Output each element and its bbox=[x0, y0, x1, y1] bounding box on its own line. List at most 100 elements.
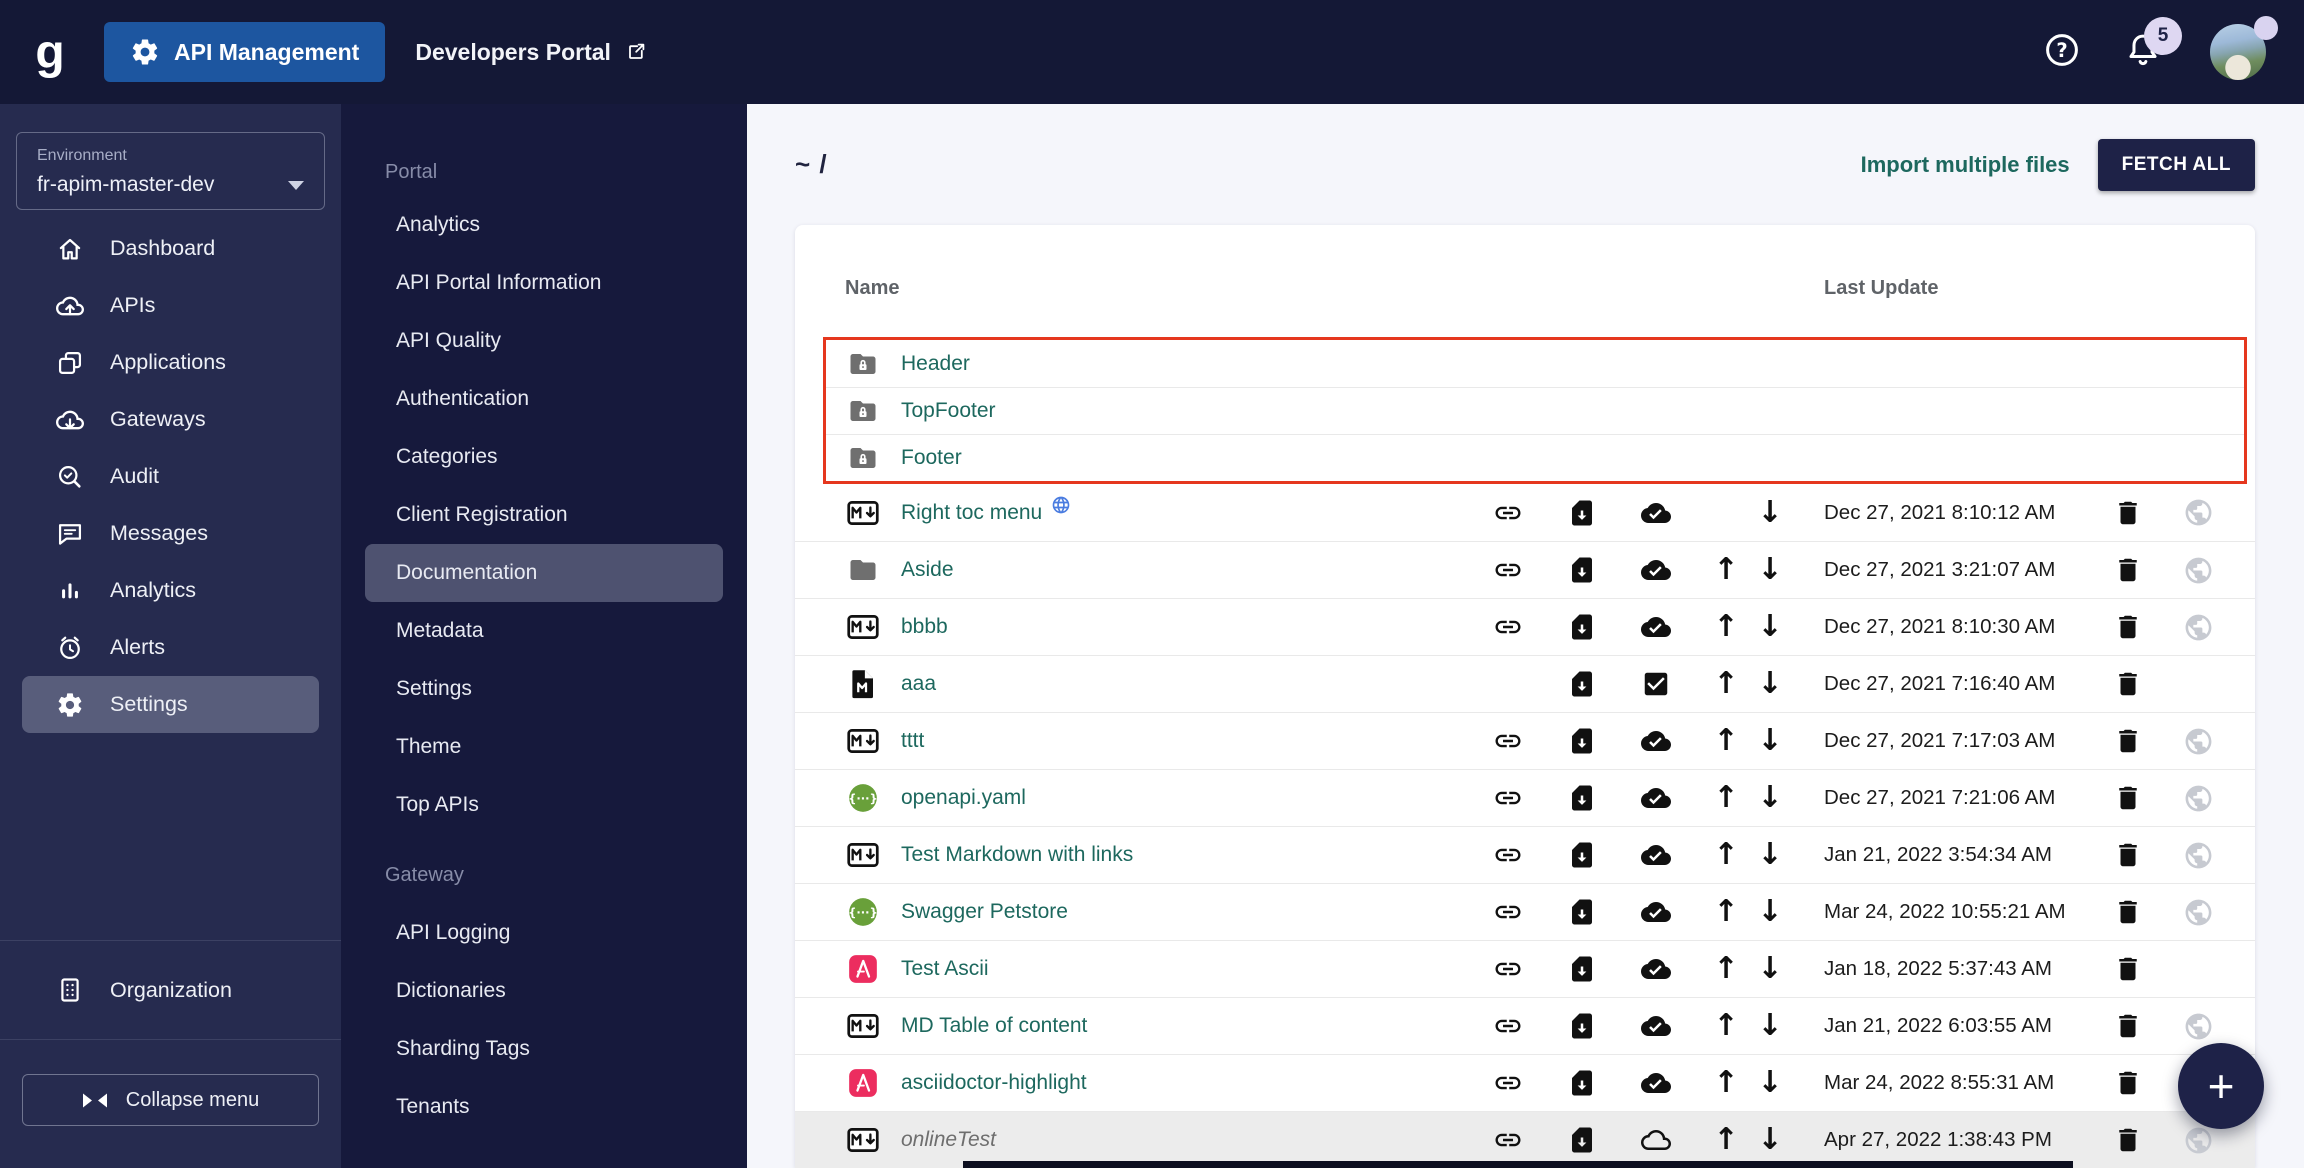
copy-link-button[interactable] bbox=[1484, 1011, 1532, 1041]
move-up-button[interactable]: ↑ bbox=[1712, 612, 1740, 642]
copy-link-button[interactable] bbox=[1484, 555, 1532, 585]
delete-button[interactable] bbox=[2104, 1125, 2152, 1155]
publish-status-button[interactable] bbox=[1632, 498, 1680, 528]
move-up-button[interactable]: ↑ bbox=[1712, 897, 1740, 927]
sidebar-item-settings[interactable]: Settings bbox=[22, 676, 319, 733]
import-file-button[interactable] bbox=[1558, 669, 1606, 699]
subsidebar-item-api-quality[interactable]: API Quality bbox=[365, 312, 723, 370]
delete-button[interactable] bbox=[2104, 783, 2152, 813]
copy-link-button[interactable] bbox=[1484, 840, 1532, 870]
move-up-button[interactable]: ↑ bbox=[1712, 1125, 1740, 1155]
move-up-button[interactable]: ↑ bbox=[1712, 840, 1740, 870]
copy-link-button[interactable] bbox=[1484, 897, 1532, 927]
publish-status-button[interactable] bbox=[1632, 897, 1680, 927]
page-name-link[interactable]: Header bbox=[901, 352, 970, 376]
move-down-button[interactable]: ↓ bbox=[1756, 1125, 1784, 1155]
move-down-button[interactable]: ↓ bbox=[1756, 897, 1784, 927]
subsidebar-item-tenants[interactable]: Tenants bbox=[365, 1078, 723, 1136]
move-down-button[interactable]: ↓ bbox=[1756, 1011, 1784, 1041]
delete-button[interactable] bbox=[2104, 897, 2152, 927]
import-file-button[interactable] bbox=[1558, 555, 1606, 585]
move-down-button[interactable]: ↓ bbox=[1756, 1068, 1784, 1098]
import-file-button[interactable] bbox=[1558, 612, 1606, 642]
import-file-button[interactable] bbox=[1558, 840, 1606, 870]
move-up-button[interactable]: ↑ bbox=[1712, 555, 1740, 585]
delete-button[interactable] bbox=[2104, 1068, 2152, 1098]
add-page-fab[interactable]: + bbox=[2178, 1043, 2264, 1129]
publish-status-button[interactable] bbox=[1632, 1125, 1680, 1155]
delete-button[interactable] bbox=[2104, 498, 2152, 528]
page-name-link[interactable]: TopFooter bbox=[901, 399, 996, 423]
page-name-link[interactable]: Right toc menu bbox=[901, 501, 1042, 525]
delete-button[interactable] bbox=[2104, 555, 2152, 585]
help-button[interactable] bbox=[2044, 32, 2080, 73]
sidebar-item-messages[interactable]: Messages bbox=[22, 505, 319, 562]
public-toggle[interactable] bbox=[2174, 555, 2222, 586]
move-down-button[interactable]: ↓ bbox=[1756, 498, 1784, 528]
sidebar-item-alerts[interactable]: Alerts bbox=[22, 619, 319, 676]
move-down-button[interactable]: ↓ bbox=[1756, 555, 1784, 585]
sidebar-item-gateways[interactable]: Gateways bbox=[22, 391, 319, 448]
subsidebar-item-authentication[interactable]: Authentication bbox=[365, 370, 723, 428]
public-toggle[interactable] bbox=[2174, 1125, 2222, 1156]
publish-status-button[interactable] bbox=[1632, 1011, 1680, 1041]
move-up-button[interactable]: ↑ bbox=[1712, 1011, 1740, 1041]
sidebar-item-applications[interactable]: Applications bbox=[22, 334, 319, 391]
page-name-link[interactable]: aaa bbox=[901, 672, 936, 696]
notifications-button[interactable]: 5 bbox=[2124, 31, 2162, 74]
import-multiple-files-link[interactable]: Import multiple files bbox=[1861, 152, 2070, 178]
move-up-button[interactable]: ↑ bbox=[1712, 669, 1740, 699]
page-name-link[interactable]: Footer bbox=[901, 446, 962, 470]
import-file-button[interactable] bbox=[1558, 1068, 1606, 1098]
page-name-link[interactable]: Test Ascii bbox=[901, 957, 989, 981]
subsidebar-item-analytics[interactable]: Analytics bbox=[365, 196, 723, 254]
subsidebar-item-theme[interactable]: Theme bbox=[365, 718, 723, 776]
public-toggle[interactable] bbox=[2174, 840, 2222, 871]
page-name-link[interactable]: asciidoctor-highlight bbox=[901, 1071, 1087, 1095]
import-file-button[interactable] bbox=[1558, 498, 1606, 528]
subsidebar-item-api-portal-information[interactable]: API Portal Information bbox=[365, 254, 723, 312]
copy-link-button[interactable] bbox=[1484, 498, 1532, 528]
page-name-link[interactable]: bbbb bbox=[901, 615, 948, 639]
copy-link-button[interactable] bbox=[1484, 783, 1532, 813]
move-down-button[interactable]: ↓ bbox=[1756, 726, 1784, 756]
api-management-button[interactable]: API Management bbox=[104, 22, 385, 82]
page-name-link[interactable]: Swagger Petstore bbox=[901, 900, 1068, 924]
public-toggle[interactable] bbox=[2174, 1011, 2222, 1042]
import-file-button[interactable] bbox=[1558, 897, 1606, 927]
page-name-link[interactable]: openapi.yaml bbox=[901, 786, 1026, 810]
subsidebar-item-documentation[interactable]: Documentation bbox=[365, 544, 723, 602]
subsidebar-item-dictionaries[interactable]: Dictionaries bbox=[365, 962, 723, 1020]
import-file-button[interactable] bbox=[1558, 726, 1606, 756]
public-toggle[interactable] bbox=[2174, 612, 2222, 643]
copy-link-button[interactable] bbox=[1484, 726, 1532, 756]
subsidebar-item-categories[interactable]: Categories bbox=[365, 428, 723, 486]
sidebar-item-organization[interactable]: Organization bbox=[0, 941, 341, 1039]
delete-button[interactable] bbox=[2104, 954, 2152, 984]
import-file-button[interactable] bbox=[1558, 1011, 1606, 1041]
subsidebar-item-api-logging[interactable]: API Logging bbox=[365, 904, 723, 962]
delete-button[interactable] bbox=[2104, 669, 2152, 699]
delete-button[interactable] bbox=[2104, 612, 2152, 642]
copy-link-button[interactable] bbox=[1484, 954, 1532, 984]
move-up-button[interactable]: ↑ bbox=[1712, 954, 1740, 984]
import-file-button[interactable] bbox=[1558, 954, 1606, 984]
fetch-all-button[interactable]: FETCH ALL bbox=[2098, 139, 2255, 191]
subsidebar-item-sharding-tags[interactable]: Sharding Tags bbox=[365, 1020, 723, 1078]
environment-selector[interactable]: Environment fr-apim-master-dev bbox=[16, 132, 325, 210]
publish-status-button[interactable] bbox=[1632, 954, 1680, 984]
import-file-button[interactable] bbox=[1558, 1125, 1606, 1155]
subsidebar-item-metadata[interactable]: Metadata bbox=[365, 602, 723, 660]
publish-status-button[interactable] bbox=[1632, 555, 1680, 585]
move-down-button[interactable]: ↓ bbox=[1756, 840, 1784, 870]
subsidebar-item-client-registration[interactable]: Client Registration bbox=[365, 486, 723, 544]
public-toggle[interactable] bbox=[2174, 897, 2222, 928]
publish-status-button[interactable] bbox=[1632, 783, 1680, 813]
page-name-link[interactable]: MD Table of content bbox=[901, 1014, 1087, 1038]
subsidebar-item-top-apis[interactable]: Top APIs bbox=[365, 776, 723, 834]
copy-link-button[interactable] bbox=[1484, 612, 1532, 642]
move-up-button[interactable]: ↑ bbox=[1712, 783, 1740, 813]
sidebar-item-analytics[interactable]: Analytics bbox=[22, 562, 319, 619]
move-up-button[interactable]: ↑ bbox=[1712, 726, 1740, 756]
public-toggle[interactable] bbox=[2174, 726, 2222, 757]
